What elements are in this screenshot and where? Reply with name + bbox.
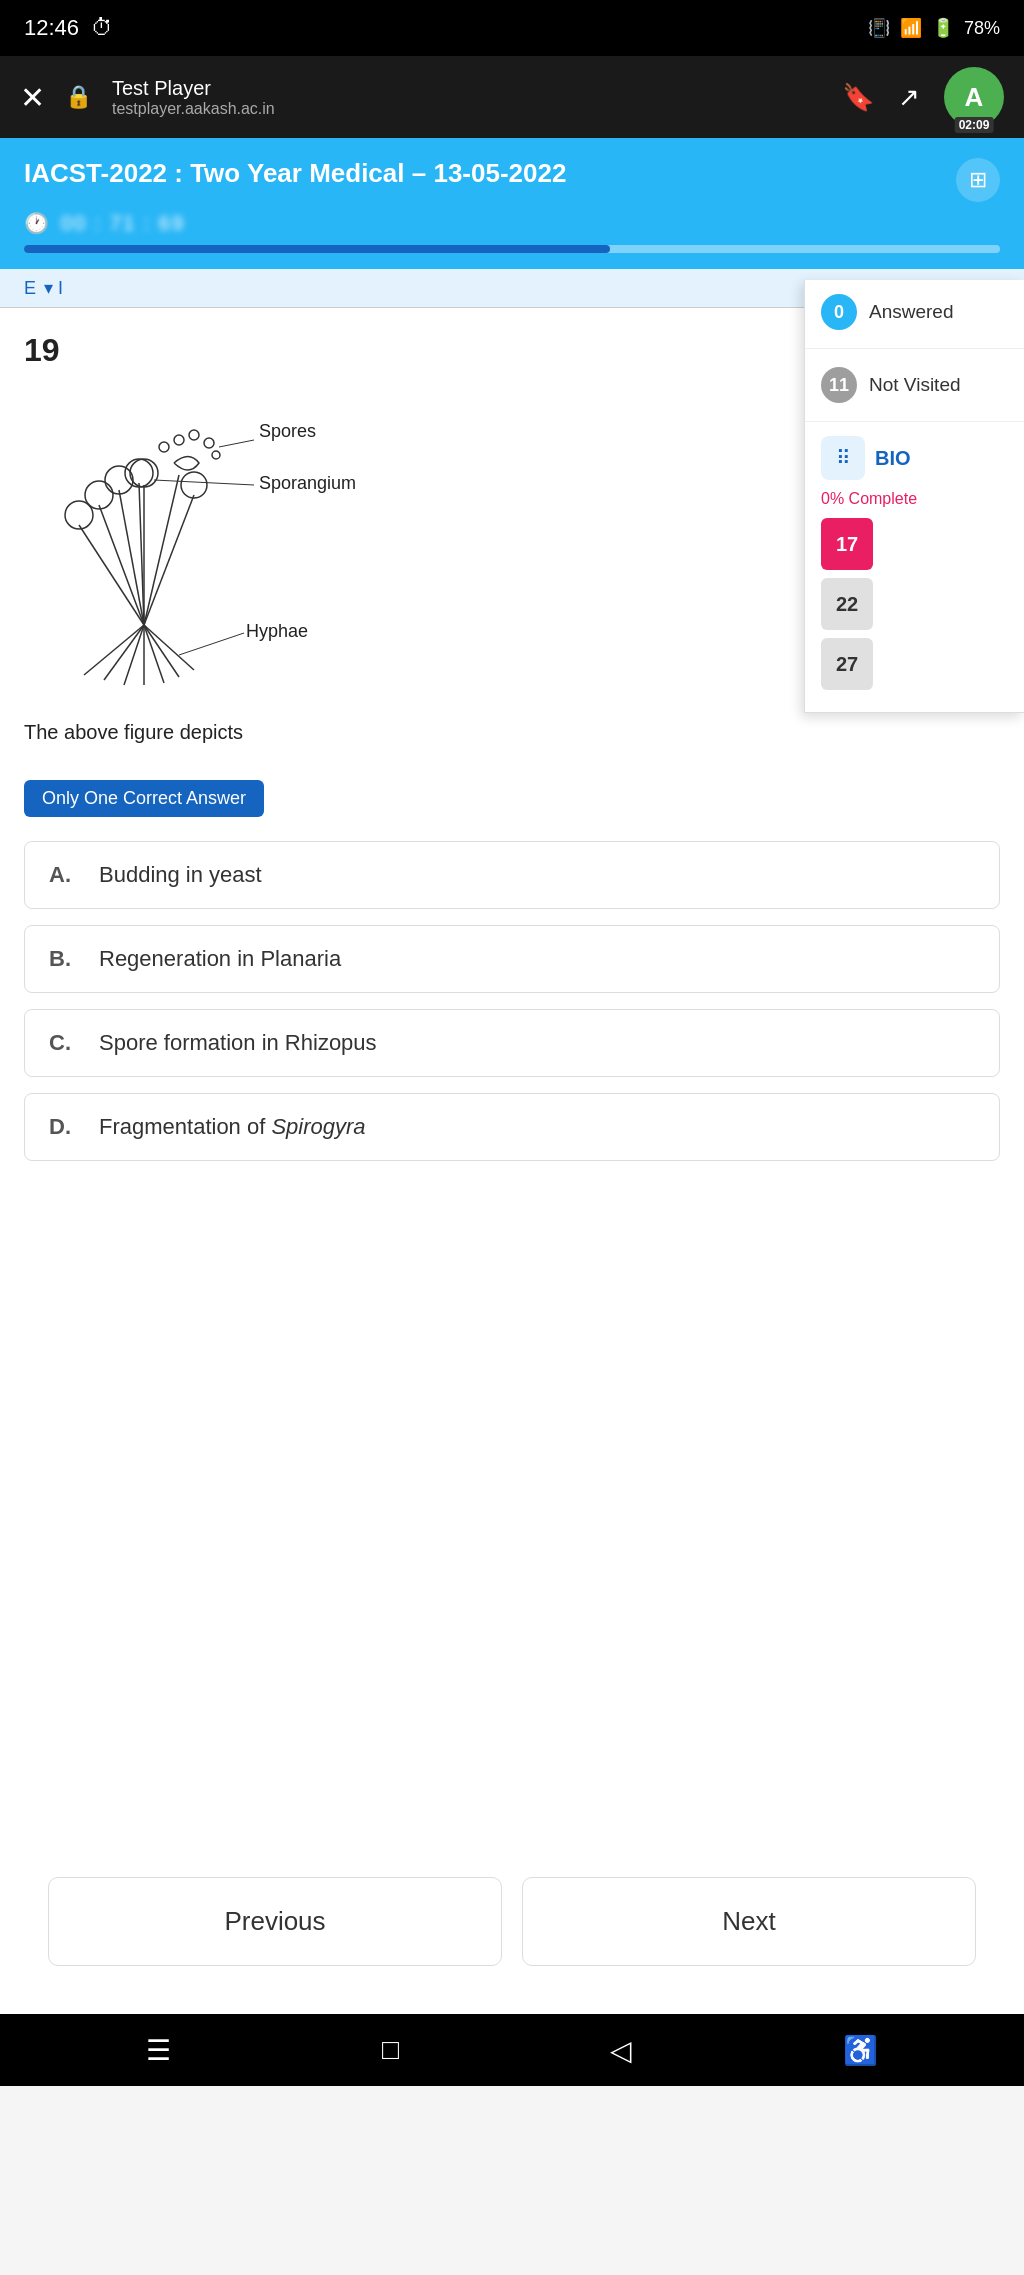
progress-bar-fill	[24, 245, 610, 253]
option-c-text: Spore formation in Rhizopus	[99, 1030, 377, 1056]
not-visited-row: 11 Not Visited	[805, 353, 1024, 417]
url-domain: testplayer.aakash.ac.in	[112, 100, 275, 118]
svg-point-20	[212, 451, 220, 459]
timer-clock-icon: 🕐	[24, 211, 49, 235]
option-c[interactable]: C. Spore formation in Rhizopus	[24, 1009, 1000, 1077]
home-icon[interactable]: □	[382, 2034, 399, 2066]
browser-actions: 🔖 ↗ A 02:09	[842, 67, 1004, 127]
expand-button[interactable]: E ▾ I	[24, 277, 63, 299]
option-b[interactable]: B. Regeneration in Planaria	[24, 925, 1000, 993]
exam-title: IACST-2022 : Two Year Medical – 13-05-20…	[24, 158, 1000, 203]
options-list: A. Budding in yeast B. Regeneration in P…	[24, 841, 1000, 1177]
question-number-btn-22[interactable]: 22	[821, 578, 873, 630]
question-grid: 17 22 27	[805, 508, 1024, 700]
question-number-btn-17[interactable]: 17	[821, 518, 873, 570]
next-button[interactable]: Next	[522, 1877, 976, 1966]
status-bar-left: 12:46 ⏱	[24, 15, 113, 41]
svg-text:Sporangium: Sporangium	[259, 473, 356, 493]
figure-caption: The above figure depicts	[24, 721, 1000, 744]
svg-point-25	[130, 459, 158, 487]
progress-label: 0% Complete	[805, 490, 1024, 508]
android-nav-bar: ☰ □ ◁ ♿	[0, 2014, 1024, 2086]
svg-text:Spores: Spores	[259, 421, 316, 441]
side-panel: 0 Answered 11 Not Visited ⠿ BIO 0% Compl…	[804, 280, 1024, 713]
option-d[interactable]: D. Fragmentation of Spirogyra	[24, 1093, 1000, 1161]
previous-button[interactable]: Previous	[48, 1877, 502, 1966]
menu-icon[interactable]: ☰	[146, 2034, 171, 2067]
lock-icon: 🔒	[65, 84, 92, 110]
rhizopus-diagram: Spores Sporangium Hyphae	[24, 385, 364, 705]
url-container: Test Player testplayer.aakash.ac.in	[112, 77, 275, 118]
option-c-letter: C.	[49, 1030, 79, 1056]
battery-icon: 🔋	[932, 17, 954, 39]
svg-point-10	[85, 481, 113, 509]
svg-point-18	[189, 430, 199, 440]
question-number-label: 19	[24, 332, 60, 369]
answered-badge: 0	[821, 294, 857, 330]
option-a-letter: A.	[49, 862, 79, 888]
svg-line-21	[219, 440, 254, 447]
option-b-letter: B.	[49, 946, 79, 972]
grid-icon[interactable]: ⊞	[956, 158, 1000, 202]
question-number-btn-27[interactable]: 27	[821, 638, 873, 690]
vibrate-icon: 📳	[868, 17, 890, 39]
subject-row: ⠿ BIO	[805, 426, 1024, 490]
signal-icon: 📶	[900, 17, 922, 39]
share-icon[interactable]: ↗	[898, 82, 920, 113]
battery-percent: 78%	[964, 18, 1000, 39]
close-icon[interactable]: ✕	[20, 80, 45, 115]
option-d-text: Fragmentation of Spirogyra	[99, 1114, 366, 1140]
status-bar: 12:46 ⏱ 📳 📶 🔋 78%	[0, 0, 1024, 56]
svg-point-12	[105, 466, 133, 494]
svg-point-23	[181, 472, 207, 498]
svg-line-15	[144, 475, 179, 625]
svg-text:Hyphae: Hyphae	[246, 621, 308, 641]
progress-bar-bg	[24, 245, 1000, 253]
answer-type-badge: Only One Correct Answer	[24, 780, 264, 817]
not-visited-label: Not Visited	[869, 374, 961, 396]
answered-row: 0 Answered	[805, 280, 1024, 344]
option-b-text: Regeneration in Planaria	[99, 946, 341, 972]
navigation-buttons: Previous Next	[24, 1837, 1000, 1990]
answered-label: Answered	[869, 301, 954, 323]
svg-point-17	[174, 435, 184, 445]
time-display: 12:46	[24, 15, 79, 41]
not-visited-badge: 11	[821, 367, 857, 403]
option-a-text: Budding in yeast	[99, 862, 262, 888]
clock-icon: ⏱	[91, 15, 113, 41]
subject-icon: ⠿	[821, 436, 865, 480]
avatar-timer: 02:09	[955, 117, 994, 133]
header-section: IACST-2022 : Two Year Medical – 13-05-20…	[0, 138, 1024, 203]
browser-bar: ✕ 🔒 Test Player testplayer.aakash.ac.in …	[0, 56, 1024, 138]
progress-container	[0, 235, 1024, 269]
status-bar-right: 📳 📶 🔋 78%	[868, 17, 1000, 39]
svg-point-19	[204, 438, 214, 448]
timer-value: 00 : 71 : 69	[61, 212, 185, 235]
option-d-letter: D.	[49, 1114, 79, 1140]
timer-row: 🕐 00 : 71 : 69	[0, 203, 1024, 235]
spacer	[24, 1177, 1000, 1837]
expand-label: E	[24, 278, 36, 299]
svg-line-29	[179, 633, 244, 655]
url-title: Test Player	[112, 77, 275, 100]
svg-point-16	[159, 442, 169, 452]
svg-line-26	[154, 480, 254, 485]
subject-label: BIO	[875, 447, 911, 470]
chevron-down-icon: ▾ I	[44, 277, 63, 299]
bookmark-icon[interactable]: 🔖	[842, 82, 874, 113]
avatar[interactable]: A 02:09	[944, 67, 1004, 127]
option-a[interactable]: A. Budding in yeast	[24, 841, 1000, 909]
accessibility-icon[interactable]: ♿	[843, 2034, 878, 2067]
svg-point-14	[125, 459, 153, 487]
back-icon[interactable]: ◁	[610, 2034, 632, 2067]
svg-line-22	[144, 495, 194, 625]
